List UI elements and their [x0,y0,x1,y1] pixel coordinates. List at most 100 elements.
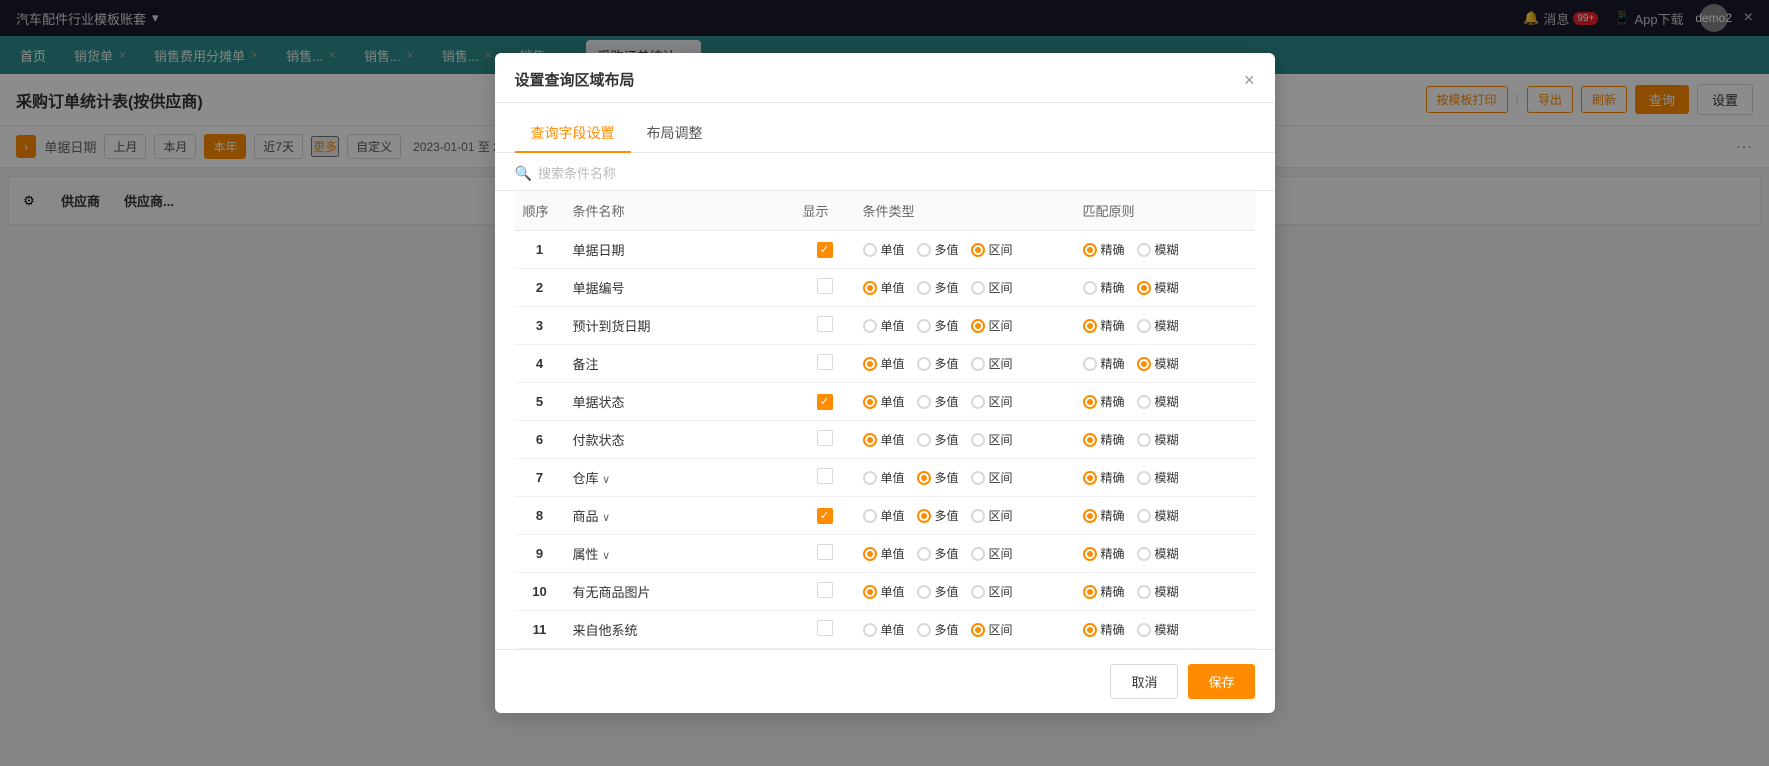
match-radio-item[interactable]: 模糊 [1137,621,1179,638]
type-radio-item[interactable]: 区间 [971,583,1013,600]
type-radio-item[interactable]: 区间 [971,393,1013,410]
row-show-cell [795,611,855,649]
type-radio-item[interactable]: 多值 [917,279,959,296]
row-order: 3 [515,307,565,345]
show-checkbox[interactable] [817,620,833,636]
radio-label: 多值 [935,393,959,410]
match-radio-item[interactable]: 模糊 [1137,393,1179,410]
radio-label: 区间 [989,621,1013,638]
match-radio-item[interactable]: 精确 [1083,545,1125,562]
type-radio-item[interactable]: 多值 [917,507,959,524]
row-show-cell [795,573,855,611]
radio-label: 精确 [1101,393,1125,410]
radio-circle [1083,433,1097,447]
radio-label: 单值 [881,355,905,372]
match-radio-item[interactable]: 精确 [1083,469,1125,486]
show-checkbox[interactable] [817,544,833,560]
match-radio-item[interactable]: 模糊 [1137,507,1179,524]
show-checkbox[interactable] [817,354,833,370]
match-radio-item[interactable]: 模糊 [1137,355,1179,372]
type-radio-item[interactable]: 区间 [971,469,1013,486]
type-radio-item[interactable]: 多值 [917,355,959,372]
row-order: 4 [515,345,565,383]
match-radio-item[interactable]: 精确 [1083,583,1125,600]
type-radio-item[interactable]: 多值 [917,317,959,334]
show-checkbox[interactable] [817,394,833,410]
type-radio-item[interactable]: 单值 [863,317,905,334]
radio-circle [1137,281,1151,295]
show-checkbox[interactable] [817,508,833,524]
dropdown-arrow[interactable]: ∨ [602,474,610,486]
type-radio-item[interactable]: 区间 [971,355,1013,372]
radio-circle [863,585,877,599]
show-checkbox[interactable] [817,468,833,484]
radio-label: 区间 [989,279,1013,296]
type-radio-item[interactable]: 单值 [863,393,905,410]
match-radio-item[interactable]: 模糊 [1137,583,1179,600]
match-radio-item[interactable]: 精确 [1083,317,1125,334]
type-radio-item[interactable]: 多值 [917,431,959,448]
type-radio-item[interactable]: 单值 [863,583,905,600]
match-radio-item[interactable]: 模糊 [1137,241,1179,258]
modal-tab-layout[interactable]: 布局调整 [631,115,719,153]
type-radio-item[interactable]: 单值 [863,279,905,296]
type-radio-item[interactable]: 区间 [971,621,1013,638]
radio-label: 模糊 [1155,583,1179,600]
show-checkbox[interactable] [817,278,833,294]
match-radio-item[interactable]: 模糊 [1137,431,1179,448]
radio-label: 精确 [1101,583,1125,600]
row-match-cell: 精确模糊 [1075,383,1255,421]
match-radio-item[interactable]: 精确 [1083,355,1125,372]
type-radio-item[interactable]: 单值 [863,431,905,448]
dropdown-arrow[interactable]: ∨ [602,512,610,524]
type-radio-item[interactable]: 单值 [863,545,905,562]
type-radio-item[interactable]: 区间 [971,279,1013,296]
type-radio-item[interactable]: 多值 [917,545,959,562]
radio-label: 多值 [935,431,959,448]
type-radio-item[interactable]: 区间 [971,507,1013,524]
search-input[interactable] [538,166,738,181]
match-radio-item[interactable]: 精确 [1083,393,1125,410]
show-checkbox[interactable] [817,242,833,258]
cancel-button[interactable]: 取消 [1110,664,1178,699]
type-radio-item[interactable]: 区间 [971,545,1013,562]
type-radio-group: 单值 多值区间 [863,393,1067,410]
match-radio-item[interactable]: 模糊 [1137,469,1179,486]
match-radio-item[interactable]: 精确 [1083,279,1125,296]
type-radio-item[interactable]: 区间 [971,317,1013,334]
type-radio-item[interactable]: 单值 [863,469,905,486]
match-radio-item[interactable]: 精确 [1083,241,1125,258]
show-checkbox[interactable] [817,316,833,332]
show-checkbox[interactable] [817,430,833,446]
row-type-cell: 单值 多值区间 [855,421,1075,459]
radio-circle [917,395,931,409]
type-radio-item[interactable]: 多值 [917,469,959,486]
type-radio-item[interactable]: 区间 [971,241,1013,258]
type-radio-item[interactable]: 多值 [917,621,959,638]
modal-tab-query[interactable]: 查询字段设置 [515,115,631,153]
radio-label: 模糊 [1155,507,1179,524]
match-radio-item[interactable]: 精确 [1083,507,1125,524]
match-radio-item[interactable]: 精确 [1083,621,1125,638]
row-match-cell: 精确 模糊 [1075,269,1255,307]
match-radio-item[interactable]: 模糊 [1137,317,1179,334]
match-radio-item[interactable]: 模糊 [1137,545,1179,562]
save-button[interactable]: 保存 [1188,664,1254,699]
radio-label: 模糊 [1155,279,1179,296]
show-checkbox[interactable] [817,582,833,598]
dropdown-arrow[interactable]: ∨ [602,550,610,562]
type-radio-item[interactable]: 区间 [971,431,1013,448]
type-radio-item[interactable]: 多值 [917,241,959,258]
type-radio-item[interactable]: 多值 [917,583,959,600]
type-radio-item[interactable]: 单值 [863,507,905,524]
match-radio-item[interactable]: 精确 [1083,431,1125,448]
match-radio-item[interactable]: 模糊 [1137,279,1179,296]
match-radio-group: 精确模糊 [1083,317,1247,334]
type-radio-item[interactable]: 单值 [863,241,905,258]
type-radio-item[interactable]: 单值 [863,355,905,372]
radio-label: 精确 [1101,241,1125,258]
modal-close-button[interactable]: × [1244,71,1255,89]
type-radio-item[interactable]: 单值 [863,621,905,638]
row-name: 仓库 ∨ [565,459,795,497]
type-radio-item[interactable]: 多值 [917,393,959,410]
